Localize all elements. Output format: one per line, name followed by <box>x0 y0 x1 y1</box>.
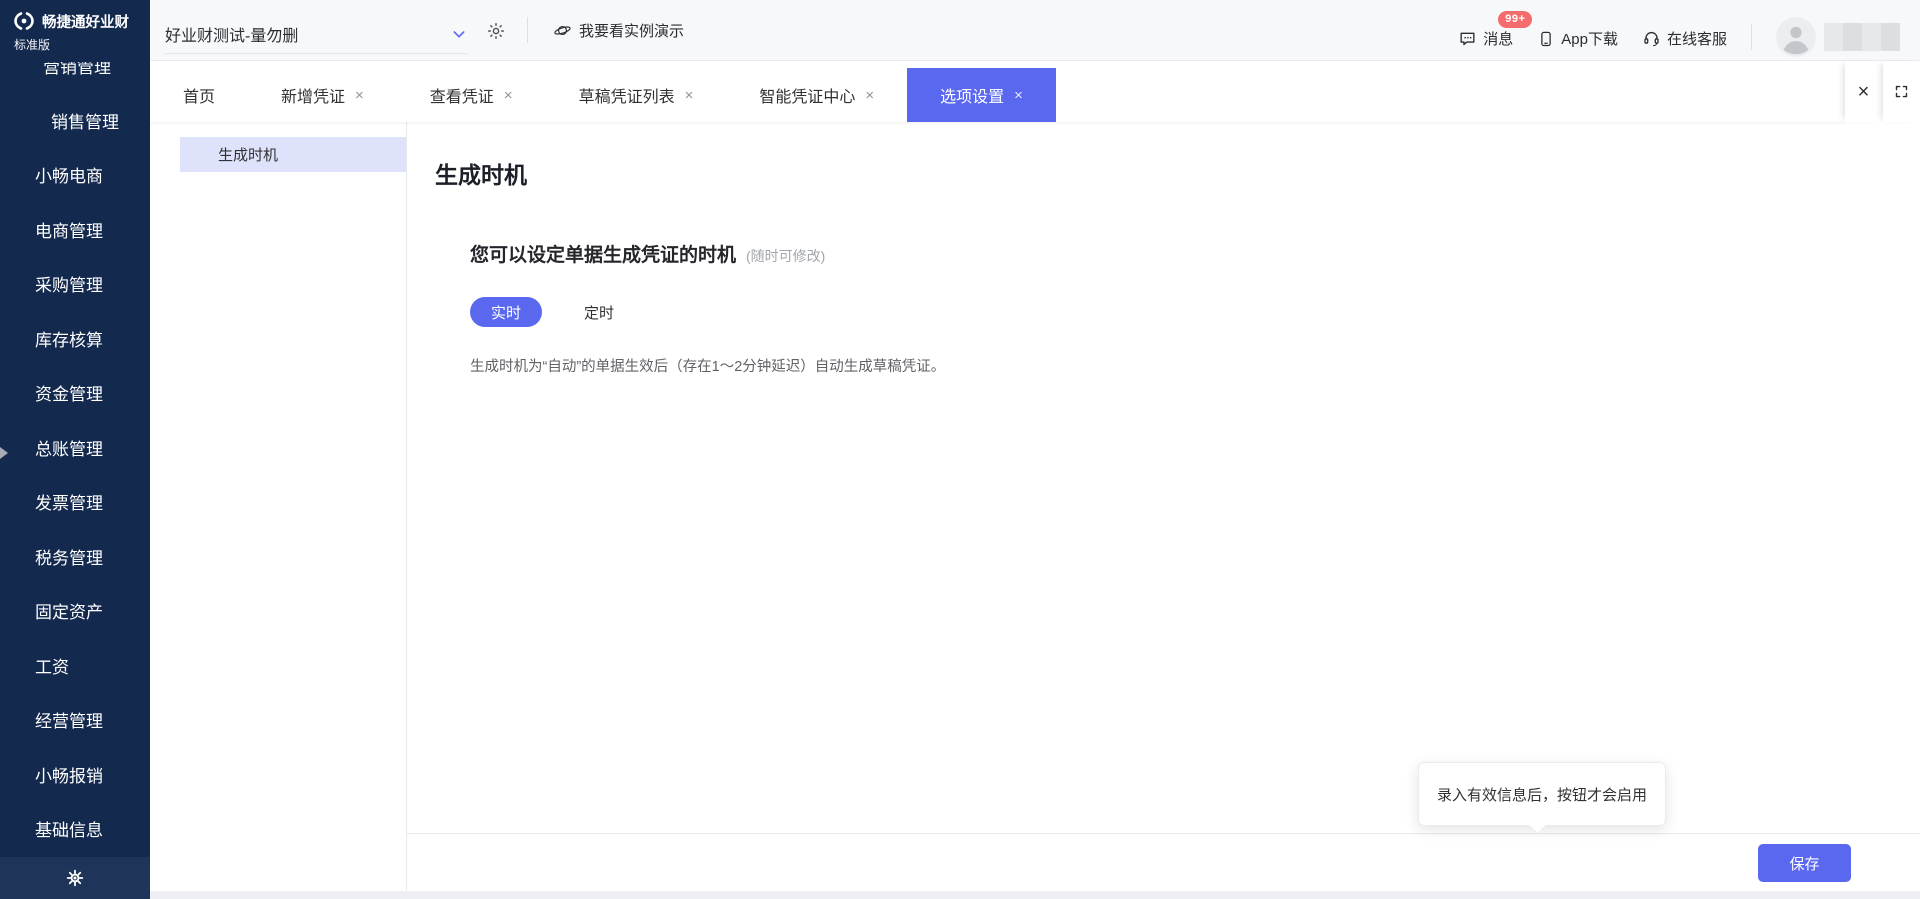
save-disabled-tooltip: 录入有效信息后，按钮才会启用 <box>1418 762 1666 835</box>
option-scheduled-button[interactable]: 定时 <box>584 302 614 323</box>
tab-label: 查看凭证 <box>429 89 494 106</box>
app-download-button[interactable]: App下载 <box>1537 28 1618 49</box>
sidebar-item-purchasing[interactable]: 采购管理 <box>0 259 150 314</box>
sidebar-settings-button[interactable] <box>0 857 150 899</box>
close-icon: × <box>1857 80 1870 103</box>
sidebar-item-funds[interactable]: 资金管理 <box>0 368 150 423</box>
sidebar-item-ecommerce[interactable]: 电商管理 <box>0 205 150 260</box>
tab-label: 草稿凭证列表 <box>578 89 675 106</box>
sidebar-item-invoices[interactable]: 发票管理 <box>0 477 150 532</box>
sidebar-item-fixed-assets[interactable]: 固定资产 <box>0 586 150 641</box>
tab-label: 首页 <box>183 89 216 106</box>
tab-close-icon[interactable]: × <box>355 88 364 103</box>
chevron-down-icon <box>451 26 467 42</box>
top-header: 好业财测试-量勿删 我要看实例演示 消息 99+ App下载 在线客服 <box>0 0 1920 61</box>
sidebar-item-basic-info[interactable]: 基础信息 <box>0 804 150 859</box>
sidebar-item-operations[interactable]: 经营管理 <box>0 695 150 750</box>
messages-count-badge: 99+ <box>1498 11 1533 28</box>
message-bubble-icon <box>1458 29 1477 48</box>
headset-icon <box>1642 29 1661 48</box>
close-all-tabs-button[interactable]: × <box>1845 61 1882 122</box>
online-service-label: 在线客服 <box>1666 31 1727 48</box>
user-name-redacted <box>1824 22 1900 51</box>
online-service-button[interactable]: 在线客服 <box>1642 28 1727 49</box>
settings-gear-icon[interactable] <box>486 21 506 41</box>
main-sidebar: 营销管理 销售管理 小畅电商 电商管理 采购管理 库存核算 资金管理 总账管理 … <box>0 61 150 899</box>
page-bottom-edge <box>150 891 1920 899</box>
app-root: 好业财测试-量勿删 我要看实例演示 消息 99+ App下载 在线客服 畅捷通好… <box>0 0 1920 899</box>
sidebar-item-xiaochang-expense[interactable]: 小畅报销 <box>0 750 150 805</box>
avatar[interactable] <box>1776 16 1816 57</box>
sidebar-item-sales[interactable]: 销售管理 <box>0 96 150 151</box>
sidebar-expand-handle[interactable] <box>0 447 8 459</box>
gear-icon <box>66 869 84 887</box>
tab-view-voucher[interactable]: 查看凭证 × <box>397 68 546 122</box>
section-title: 您可以设定单据生成凭证的时机 <box>470 245 737 266</box>
sidebar-item-marketing[interactable]: 营销管理 <box>0 61 150 96</box>
window-controls: × <box>1845 61 1920 122</box>
page-title: 生成时机 <box>435 162 527 188</box>
timing-description: 生成时机为“自动”的单据生效后（存在1～2分钟延迟）自动生成草稿凭证。 <box>470 359 946 375</box>
tab-label: 新增凭证 <box>281 89 346 106</box>
tab-smart-voucher-center[interactable]: 智能凭证中心 × <box>726 68 907 122</box>
tab-close-icon[interactable]: × <box>1014 88 1023 103</box>
sidebar-item-xiaochang-ecommerce[interactable]: 小畅电商 <box>0 150 150 205</box>
planet-icon <box>553 21 572 40</box>
company-name: 好业财测试-量勿删 <box>165 28 299 45</box>
demo-link-label: 我要看实例演示 <box>579 23 685 40</box>
fullscreen-icon <box>1894 84 1909 99</box>
tab-options-settings[interactable]: 选项设置 × <box>907 68 1056 122</box>
messages-button[interactable]: 消息 99+ <box>1458 11 1533 49</box>
demo-link[interactable]: 我要看实例演示 <box>553 20 684 41</box>
brand-logo-icon <box>12 9 36 33</box>
tab-new-voucher[interactable]: 新增凭证 × <box>248 68 397 122</box>
tab-label: 选项设置 <box>940 89 1005 106</box>
section-hint: (随时可修改) <box>746 248 826 264</box>
timing-section: 您可以设定单据生成凭证的时机 (随时可修改) 实时 定时 生成时机为“自动”的单… <box>470 240 1920 376</box>
app-logo[interactable]: 畅捷通好业财 标准版 <box>0 0 150 62</box>
sidebar-item-general-ledger[interactable]: 总账管理 <box>0 423 150 478</box>
tab-close-icon[interactable]: × <box>865 88 874 103</box>
tab-close-icon[interactable]: × <box>685 88 694 103</box>
app-download-label: App下载 <box>1561 31 1618 48</box>
header-right-cluster: 消息 99+ App下载 在线客服 <box>1458 0 1920 61</box>
header-divider <box>527 17 528 43</box>
header-divider <box>1751 23 1752 50</box>
submenu-item-generation-timing[interactable]: 生成时机 <box>180 137 406 172</box>
footer-bar: 保存 <box>407 833 1920 891</box>
settings-submenu: 生成时机 <box>150 122 407 891</box>
fullscreen-button[interactable] <box>1883 61 1920 122</box>
tab-close-icon[interactable]: × <box>504 88 513 103</box>
logo-title: 畅捷通好业财 <box>42 14 129 31</box>
tab-bar: 首页 新增凭证 × 查看凭证 × 草稿凭证列表 × 智能凭证中心 × 选项设置 … <box>150 61 1845 122</box>
tab-home[interactable]: 首页 <box>150 68 248 122</box>
main-content: 生成时机 您可以设定单据生成凭证的时机 (随时可修改) 实时 定时 生成时机为“… <box>407 122 1920 891</box>
save-button[interactable]: 保存 <box>1758 844 1851 882</box>
timing-options: 实时 定时 <box>470 297 1920 327</box>
tab-label: 智能凭证中心 <box>759 89 856 106</box>
logo-subtitle: 标准版 <box>14 38 51 52</box>
sidebar-item-tax[interactable]: 税务管理 <box>0 532 150 587</box>
sidebar-item-inventory[interactable]: 库存核算 <box>0 314 150 369</box>
tooltip-text: 录入有效信息后，按钮才会启用 <box>1436 786 1647 804</box>
company-selector[interactable]: 好业财测试-量勿删 <box>165 15 467 54</box>
messages-label: 消息 <box>1483 31 1514 48</box>
option-realtime-button[interactable]: 实时 <box>470 297 543 327</box>
phone-icon <box>1537 30 1555 48</box>
sidebar-item-payroll[interactable]: 工资 <box>0 641 150 696</box>
tab-draft-voucher-list[interactable]: 草稿凭证列表 × <box>546 68 727 122</box>
